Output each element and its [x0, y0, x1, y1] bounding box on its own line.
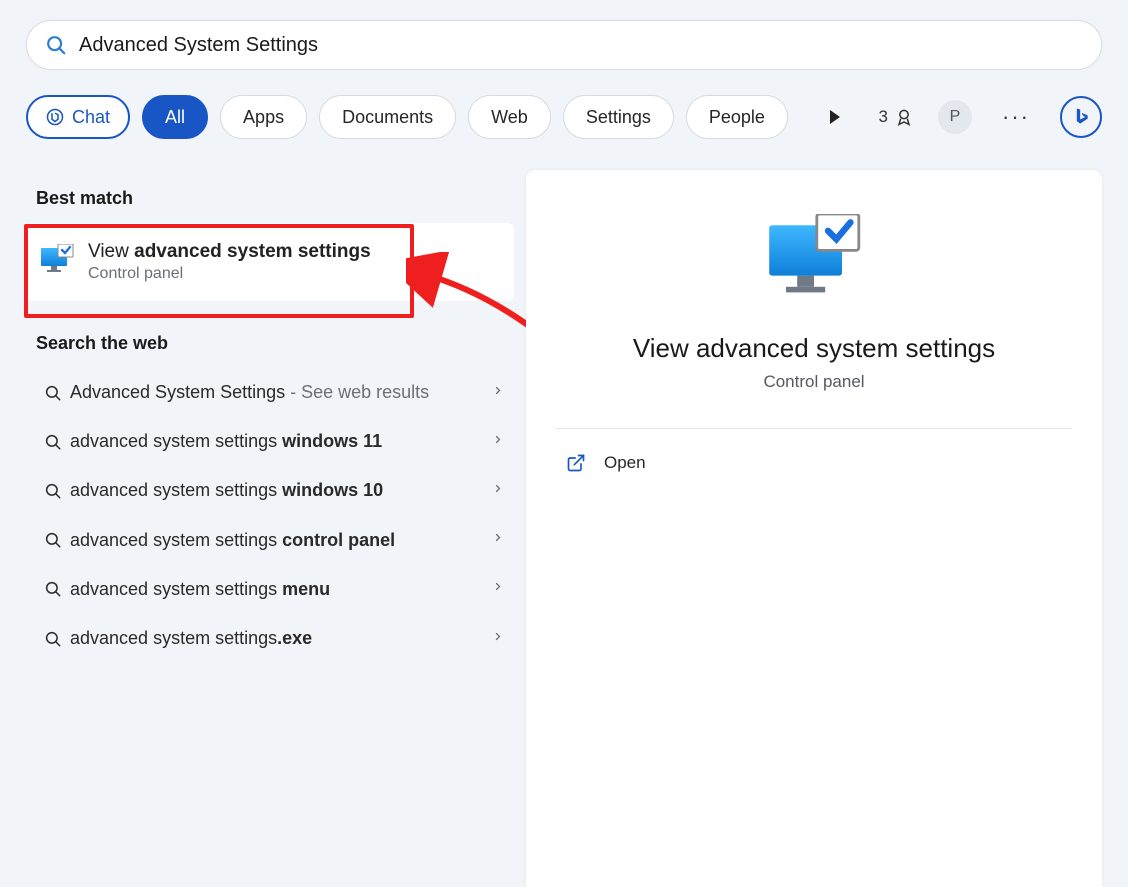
bing-chat-icon — [46, 108, 64, 126]
open-label: Open — [604, 453, 646, 473]
web-result-3[interactable]: advanced system settings control panel — [26, 516, 514, 565]
chevron-right-icon — [492, 480, 504, 501]
play-icon[interactable] — [815, 97, 855, 137]
search-icon — [36, 482, 70, 500]
web-result-text: advanced system settings windows 10 — [70, 478, 504, 503]
detail-panel: View advanced system settings Control pa… — [526, 170, 1102, 887]
filter-web[interactable]: Web — [468, 95, 551, 139]
monitor-check-icon — [40, 244, 74, 281]
web-result-4[interactable]: advanced system settings menu — [26, 565, 514, 614]
chevron-right-icon — [492, 628, 504, 649]
web-result-1[interactable]: advanced system settings windows 11 — [26, 417, 514, 466]
bing-button[interactable] — [1060, 96, 1102, 138]
rewards-badge[interactable]: 3 — [879, 107, 914, 127]
chevron-right-icon — [492, 530, 504, 551]
detail-subtitle: Control panel — [526, 372, 1102, 392]
search-icon — [45, 34, 67, 56]
open-icon — [566, 453, 586, 473]
avatar-letter: P — [950, 108, 961, 126]
web-result-text: Advanced System Settings - See web resul… — [70, 380, 504, 405]
web-result-text: advanced system settings control panel — [70, 528, 504, 553]
chevron-right-icon — [492, 579, 504, 600]
web-result-text: advanced system settings windows 11 — [70, 429, 504, 454]
search-icon — [36, 580, 70, 598]
chat-label: Chat — [72, 107, 110, 128]
search-icon — [36, 630, 70, 648]
best-match-result[interactable]: View advanced system settings Control pa… — [26, 223, 514, 301]
best-match-subtitle: Control panel — [88, 265, 371, 283]
filter-row: Chat All Apps Documents Web Settings People 3… — [26, 95, 1102, 139]
search-icon — [36, 384, 70, 402]
search-input[interactable] — [79, 34, 1083, 57]
web-result-text: advanced system settings menu — [70, 577, 504, 602]
web-result-text: advanced system settings.exe — [70, 626, 504, 651]
chevron-right-icon — [492, 382, 504, 403]
filter-all[interactable]: All — [142, 95, 208, 139]
chat-button[interactable]: Chat — [26, 95, 130, 139]
filter-documents[interactable]: Documents — [319, 95, 456, 139]
search-bar[interactable] — [26, 20, 1102, 70]
bing-icon — [1071, 107, 1091, 127]
search-icon — [36, 433, 70, 451]
web-result-2[interactable]: advanced system settings windows 10 — [26, 466, 514, 515]
search-web-header: Search the web — [36, 333, 514, 354]
filter-apps[interactable]: Apps — [220, 95, 307, 139]
ellipsis-icon: ··· — [1002, 104, 1030, 130]
chevron-right-icon — [492, 431, 504, 452]
filter-people[interactable]: People — [686, 95, 788, 139]
best-match-title: View advanced system settings — [88, 241, 371, 263]
more-menu-button[interactable]: ··· — [996, 97, 1036, 137]
web-result-5[interactable]: advanced system settings.exe — [26, 614, 514, 663]
detail-title: View advanced system settings — [526, 333, 1102, 364]
best-match-header: Best match — [36, 188, 514, 209]
avatar[interactable]: P — [938, 100, 972, 134]
medal-icon — [894, 107, 914, 127]
filter-settings[interactable]: Settings — [563, 95, 674, 139]
open-action[interactable]: Open — [526, 429, 1102, 497]
web-result-0[interactable]: Advanced System Settings - See web resul… — [26, 368, 514, 417]
search-icon — [36, 531, 70, 549]
detail-monitor-check-icon — [766, 214, 862, 303]
rewards-count: 3 — [879, 107, 888, 127]
